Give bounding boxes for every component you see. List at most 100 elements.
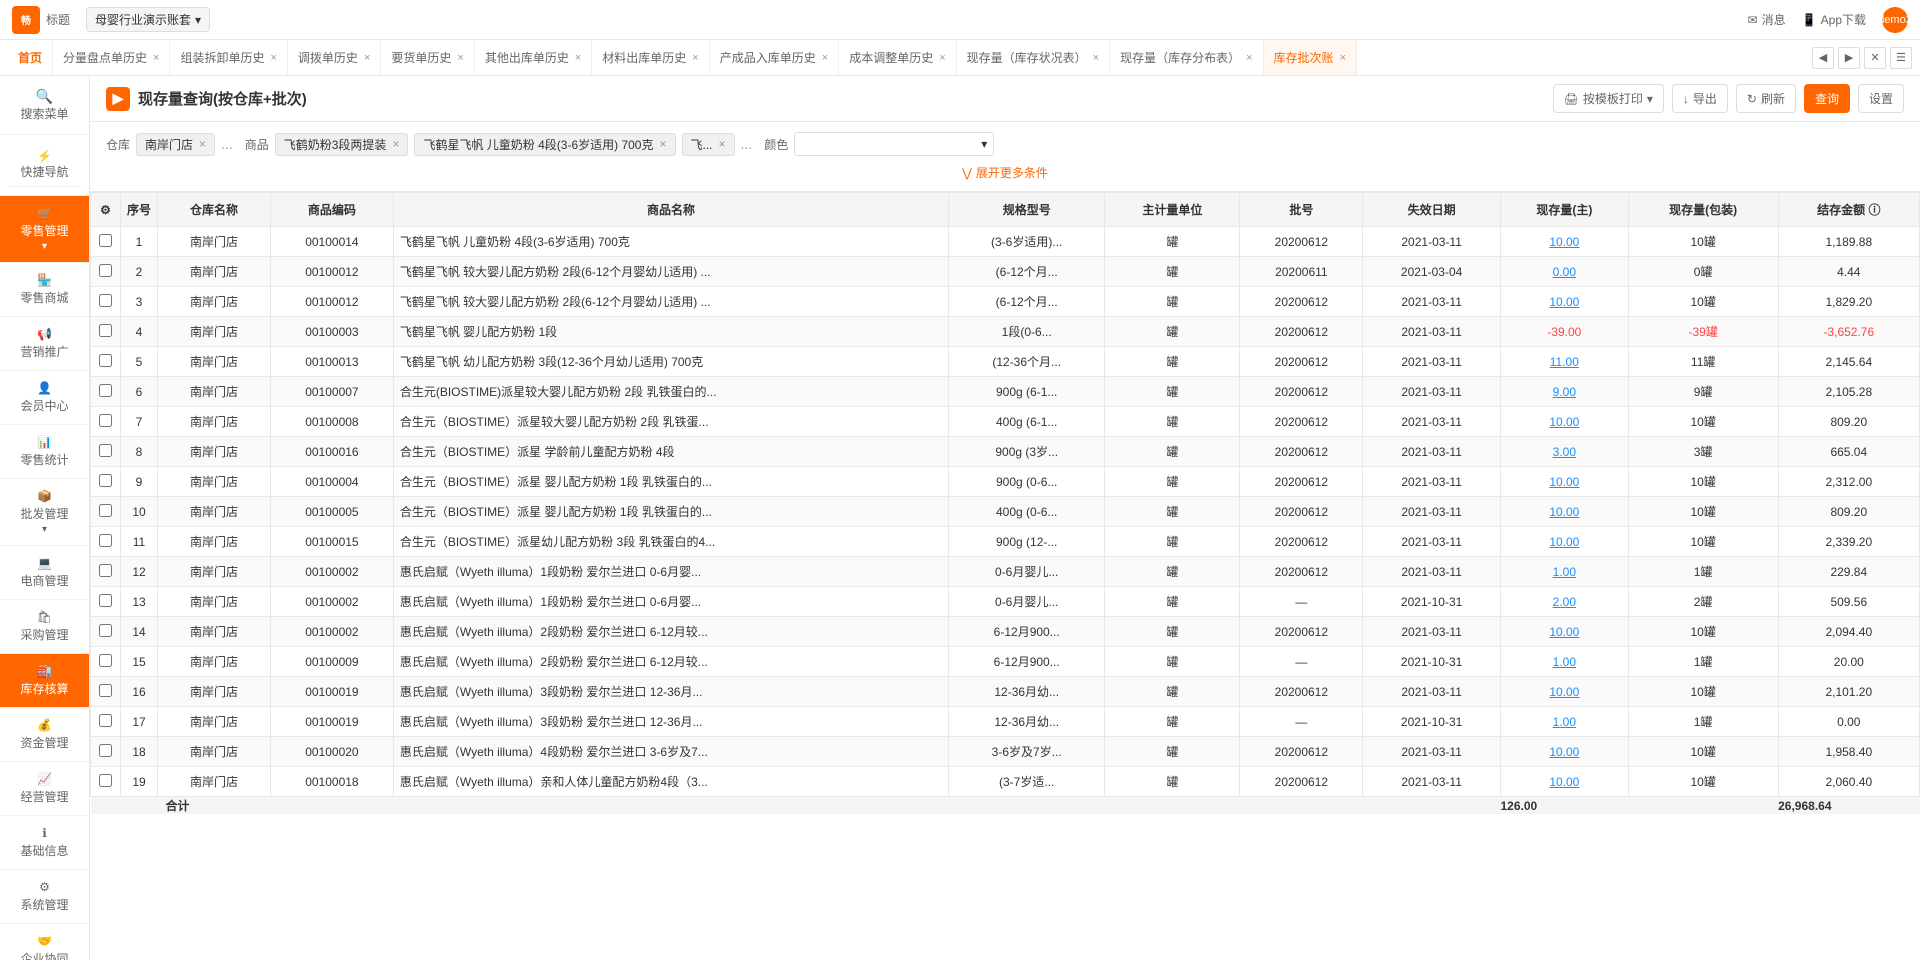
sidebar-item-operations[interactable]: 📈 经营管理 (0, 762, 89, 816)
row-checkbox[interactable] (99, 654, 112, 667)
product-tag-1[interactable]: 飞鹤奶粉3段两提装 × (275, 133, 409, 156)
row-checkbox[interactable] (99, 474, 112, 487)
cell-checkbox[interactable] (91, 287, 121, 317)
sidebar-item-marketing[interactable]: 📢 营销推广 (0, 317, 89, 371)
close-icon[interactable]: × (822, 52, 828, 64)
row-checkbox[interactable] (99, 294, 112, 307)
sidebar-item-collaboration[interactable]: 🤝 企业协同 (0, 924, 89, 960)
cell-qty-main[interactable]: 10.00 (1500, 227, 1628, 257)
search-menu-button[interactable]: 🔍 搜索菜单 (8, 84, 81, 126)
cell-checkbox[interactable] (91, 767, 121, 797)
cell-qty-main[interactable]: 10.00 (1500, 497, 1628, 527)
print-button[interactable]: 🖨 按模板打印 ▾ (1553, 84, 1664, 113)
cell-checkbox[interactable] (91, 707, 121, 737)
cell-checkbox[interactable] (91, 497, 121, 527)
tab-5[interactable]: 其他出库单历史 × (475, 40, 592, 76)
cell-checkbox[interactable] (91, 737, 121, 767)
sidebar-item-retail-stats[interactable]: 📊 零售统计 (0, 425, 89, 479)
close-icon[interactable]: × (1340, 52, 1346, 64)
sidebar-item-basic[interactable]: ℹ 基础信息 (0, 816, 89, 870)
sidebar-item-purchase[interactable]: 🛍 采购管理 (0, 600, 89, 654)
cell-checkbox[interactable] (91, 647, 121, 677)
cell-qty-main[interactable]: 3.00 (1500, 437, 1628, 467)
cell-qty-main[interactable]: 10.00 (1500, 677, 1628, 707)
th-checkbox[interactable]: ⚙ (91, 193, 121, 227)
export-button[interactable]: ↓ 导出 (1672, 84, 1728, 113)
row-checkbox[interactable] (99, 744, 112, 757)
cell-qty-main[interactable]: 0.00 (1500, 257, 1628, 287)
row-checkbox[interactable] (99, 384, 112, 397)
settings-button[interactable]: 设置 (1858, 84, 1904, 113)
close-icon[interactable]: × (199, 137, 206, 151)
close-icon[interactable]: × (392, 137, 399, 151)
cell-checkbox[interactable] (91, 317, 121, 347)
row-checkbox[interactable] (99, 624, 112, 637)
nav-right-button[interactable]: ▶ (1838, 47, 1860, 69)
cell-checkbox[interactable] (91, 557, 121, 587)
row-checkbox[interactable] (99, 264, 112, 277)
cell-qty-main[interactable]: 1.00 (1500, 647, 1628, 677)
cell-qty-main[interactable]: 10.00 (1500, 527, 1628, 557)
cell-qty-main[interactable]: 9.00 (1500, 377, 1628, 407)
org-select[interactable]: 母婴行业演示账套 ▾ (86, 7, 210, 32)
close-icon[interactable]: × (1093, 52, 1099, 64)
settings-icon[interactable]: ⚙ (100, 203, 111, 217)
cell-qty-main[interactable]: -39.00 (1500, 317, 1628, 347)
sidebar-item-wholesale[interactable]: 📦 批发管理 ▾ (0, 479, 89, 546)
row-checkbox[interactable] (99, 504, 112, 517)
row-checkbox[interactable] (99, 354, 112, 367)
cell-checkbox[interactable] (91, 617, 121, 647)
tab-active[interactable]: 库存批次账 × (1264, 40, 1357, 76)
expand-arrow-button[interactable]: ▶ (106, 87, 130, 111)
tab-6[interactable]: 材料出库单历史 × (592, 40, 709, 76)
close-icon[interactable]: × (153, 52, 159, 64)
tab-3[interactable]: 调拨单历史 × (288, 40, 381, 76)
product-tag-3[interactable]: 飞... × (682, 133, 735, 156)
tab-1[interactable]: 分量盘点单历史 × (53, 40, 170, 76)
cell-qty-main[interactable]: 1.00 (1500, 557, 1628, 587)
nav-left-button[interactable]: ◀ (1812, 47, 1834, 69)
cell-checkbox[interactable] (91, 377, 121, 407)
tab-4[interactable]: 要货单历史 × (381, 40, 474, 76)
refresh-button[interactable]: ↻ 刷新 (1736, 84, 1796, 113)
close-icon[interactable]: × (270, 52, 276, 64)
product-more-button[interactable]: ... (741, 136, 753, 152)
cell-qty-main[interactable]: 2.00 (1500, 587, 1628, 617)
nav-close-button[interactable]: ✕ (1864, 47, 1886, 69)
sidebar-item-member[interactable]: 👤 会员中心 (0, 371, 89, 425)
cell-checkbox[interactable] (91, 677, 121, 707)
close-icon[interactable]: × (575, 52, 581, 64)
close-icon[interactable]: × (364, 52, 370, 64)
query-button[interactable]: 查询 (1804, 84, 1850, 113)
close-icon[interactable]: × (457, 52, 463, 64)
cell-checkbox[interactable] (91, 437, 121, 467)
sidebar-item-system[interactable]: ⚙ 系统管理 (0, 870, 89, 924)
more-button[interactable]: ... (221, 136, 233, 152)
sidebar-item-finance[interactable]: 💰 资金管理 (0, 708, 89, 762)
cell-checkbox[interactable] (91, 257, 121, 287)
cell-qty-main[interactable]: 10.00 (1500, 767, 1628, 797)
sidebar-item-retail-mall[interactable]: 🏪 零售商城 (0, 263, 89, 317)
cell-qty-main[interactable]: 10.00 (1500, 407, 1628, 437)
sidebar-item-inventory[interactable]: 🏭 库存核算 (0, 654, 89, 708)
cell-qty-main[interactable]: 10.00 (1500, 737, 1628, 767)
close-icon[interactable]: × (939, 52, 945, 64)
row-checkbox[interactable] (99, 534, 112, 547)
color-dropdown-arrow[interactable]: ▾ (981, 137, 987, 151)
tab-7[interactable]: 产成品入库单历史 × (710, 40, 839, 76)
tab-home[interactable]: 首页 (8, 40, 53, 76)
sidebar-item-ecommerce[interactable]: 💻 电商管理 (0, 546, 89, 600)
close-icon[interactable]: × (659, 137, 666, 151)
cell-checkbox[interactable] (91, 587, 121, 617)
cell-checkbox[interactable] (91, 227, 121, 257)
cell-qty-main[interactable]: 1.00 (1500, 707, 1628, 737)
row-checkbox[interactable] (99, 594, 112, 607)
warehouse-tag[interactable]: 南岸门店 × (136, 133, 215, 156)
row-checkbox[interactable] (99, 714, 112, 727)
row-checkbox[interactable] (99, 564, 112, 577)
cell-checkbox[interactable] (91, 527, 121, 557)
row-checkbox[interactable] (99, 444, 112, 457)
expand-conditions-button[interactable]: ⋁ 展开更多条件 (962, 164, 1048, 181)
cell-checkbox[interactable] (91, 467, 121, 497)
tab-9[interactable]: 现存量（库存状况表） × (957, 40, 1110, 76)
